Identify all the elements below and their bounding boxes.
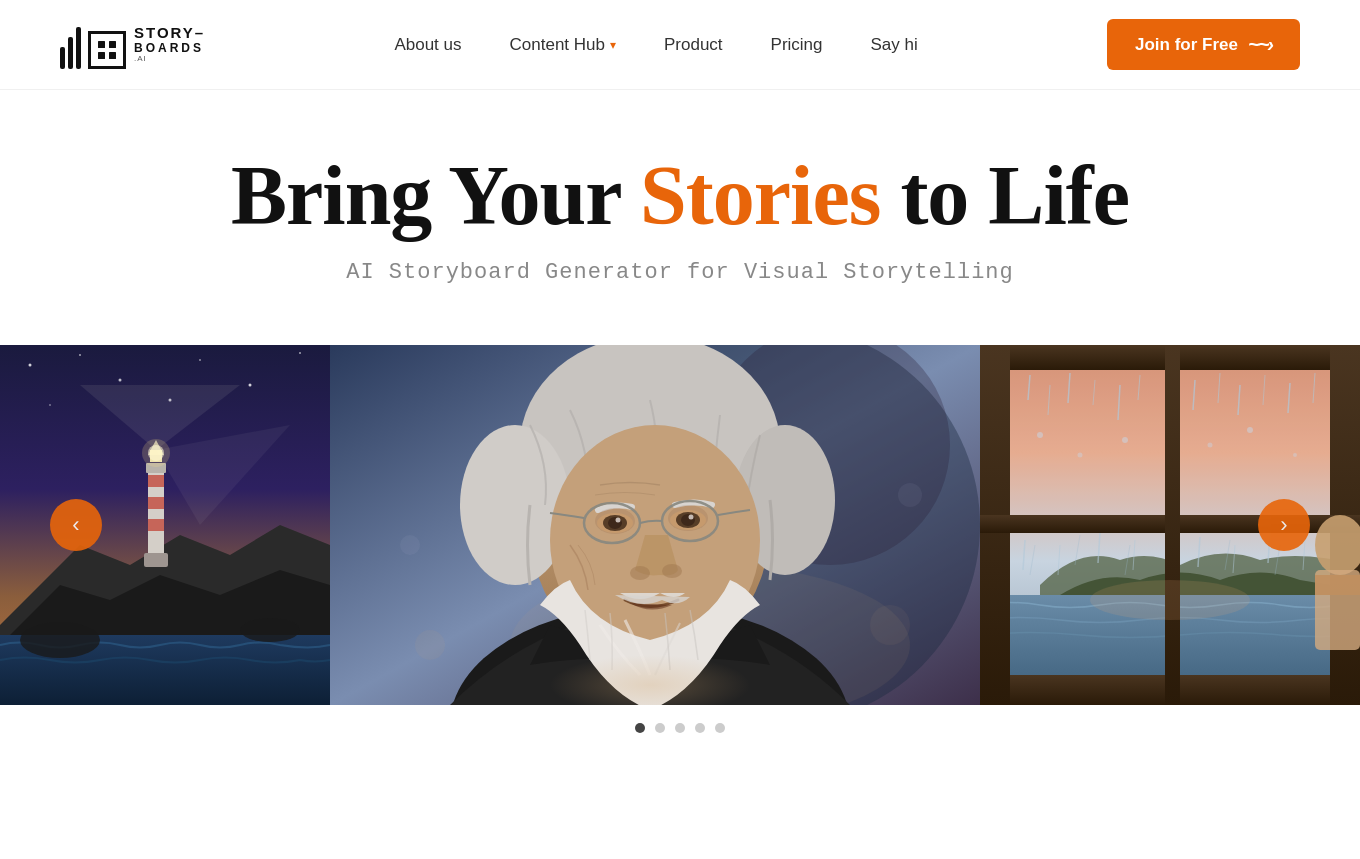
carousel-dot-4[interactable] <box>695 723 705 733</box>
svg-point-29 <box>240 618 300 642</box>
nav-item-product[interactable]: Product <box>664 35 723 55</box>
svg-point-11 <box>49 404 51 406</box>
hero-section: Bring Your Stories to Life AI Storyboard… <box>0 90 1360 325</box>
hero-title-part2: to Life <box>880 149 1129 242</box>
svg-point-56 <box>415 630 445 660</box>
svg-point-8 <box>199 359 201 361</box>
svg-rect-69 <box>1180 370 1330 515</box>
svg-rect-0 <box>98 41 105 48</box>
svg-point-58 <box>400 535 420 555</box>
logo-box <box>88 31 126 69</box>
svg-rect-1 <box>109 41 116 48</box>
hero-title: Bring Your Stories to Life <box>20 150 1340 242</box>
svg-point-10 <box>299 352 301 354</box>
nav-item-say-hi[interactable]: Say hi <box>871 35 918 55</box>
carousel-prev-button[interactable]: ‹ <box>50 499 102 551</box>
logo-text: STORY– BOARDS .AI <box>134 25 205 63</box>
hero-title-part1: Bring Your <box>231 149 640 242</box>
carousel-dot-5[interactable] <box>715 723 725 733</box>
nav-item-pricing[interactable]: Pricing <box>771 35 823 55</box>
carousel-dot-2[interactable] <box>655 723 665 733</box>
chevron-down-icon: ▾ <box>610 38 616 52</box>
svg-point-50 <box>668 505 708 531</box>
svg-point-7 <box>119 379 122 382</box>
svg-rect-67 <box>1165 345 1180 705</box>
svg-rect-2 <box>98 52 105 59</box>
svg-point-57 <box>870 605 910 645</box>
svg-point-74 <box>1247 427 1253 433</box>
chevron-right-icon: › <box>1280 512 1287 538</box>
carousel-next-button[interactable]: › <box>1258 499 1310 551</box>
svg-point-9 <box>249 384 252 387</box>
svg-point-45 <box>595 508 635 534</box>
chevron-left-icon: ‹ <box>72 512 79 538</box>
nav-item-about[interactable]: About us <box>394 35 461 55</box>
logo[interactable]: STORY– BOARDS .AI <box>60 21 205 69</box>
join-free-label: Join for Free <box>1135 35 1238 55</box>
svg-rect-19 <box>148 497 164 509</box>
nav-item-content-hub[interactable]: Content Hub ▾ <box>510 35 616 55</box>
svg-rect-18 <box>148 475 164 487</box>
svg-point-71 <box>1078 453 1083 458</box>
carousel-dots <box>0 705 1360 763</box>
carousel-slide-2 <box>330 345 980 705</box>
svg-rect-78 <box>1315 575 1360 595</box>
join-arrow-icon: ~~› <box>1248 33 1272 56</box>
logo-icon <box>60 21 126 69</box>
logo-line1: STORY– <box>134 25 205 42</box>
hero-subtitle: AI Storyboard Generator for Visual Story… <box>20 260 1340 285</box>
logo-line3: .AI <box>134 55 205 64</box>
main-nav: About us Content Hub ▾ Product Pricing S… <box>394 35 917 55</box>
svg-point-70 <box>1037 432 1043 438</box>
logo-bar-1 <box>60 47 65 69</box>
svg-point-6 <box>79 354 81 356</box>
carousel-dot-1[interactable] <box>635 723 645 733</box>
svg-point-73 <box>1208 443 1213 448</box>
svg-point-53 <box>630 566 650 580</box>
logo-box-icon <box>96 39 118 61</box>
logo-bar-3 <box>76 27 81 69</box>
svg-point-59 <box>898 483 922 507</box>
hero-title-highlight: Stories <box>640 149 880 242</box>
svg-rect-68 <box>1010 370 1165 515</box>
carousel-track <box>0 345 1360 705</box>
svg-rect-20 <box>148 519 164 531</box>
carousel-dot-3[interactable] <box>675 723 685 733</box>
svg-point-72 <box>1122 437 1128 443</box>
svg-point-5 <box>29 364 32 367</box>
svg-point-54 <box>662 564 682 578</box>
logo-bar-2 <box>68 37 73 69</box>
carousel: ‹ › <box>0 345 1360 705</box>
svg-point-26 <box>142 439 170 467</box>
svg-point-75 <box>1293 453 1297 457</box>
svg-point-79 <box>1090 580 1250 620</box>
svg-point-28 <box>20 622 100 658</box>
join-free-button[interactable]: Join for Free ~~› <box>1107 19 1300 70</box>
svg-rect-27 <box>144 553 168 567</box>
logo-line2: BOARDS <box>134 42 205 55</box>
svg-rect-3 <box>109 52 116 59</box>
